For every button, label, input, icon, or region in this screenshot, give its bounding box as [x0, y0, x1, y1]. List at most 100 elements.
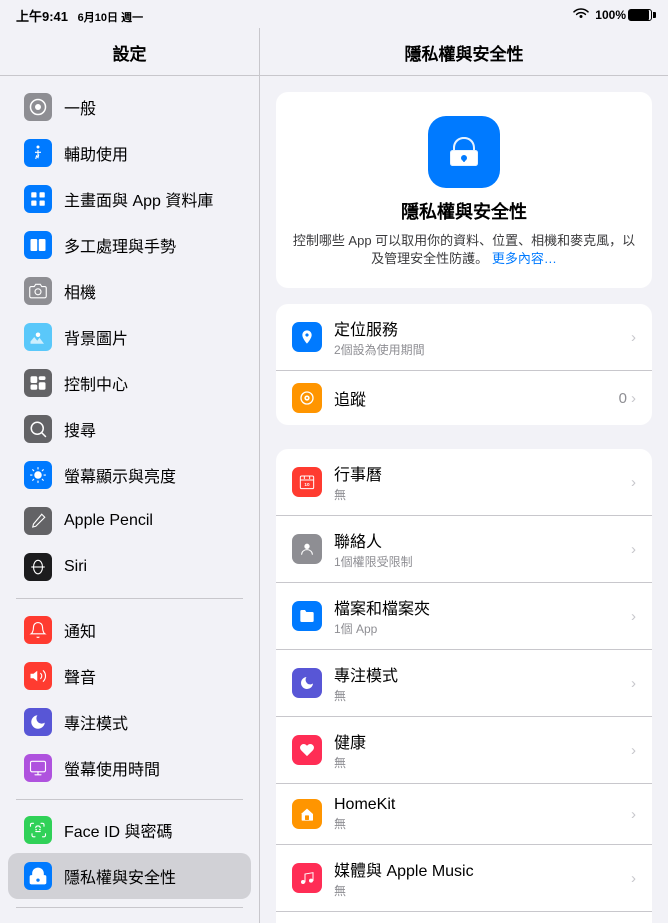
settings-row-health[interactable]: 健康無 › — [276, 717, 652, 784]
row-title-calendar: 行事曆 — [334, 461, 619, 485]
sidebar-item-camera[interactable]: 相機 — [8, 268, 251, 314]
general-icon — [24, 93, 52, 121]
sidebar-item-sounds[interactable]: 聲音 — [8, 653, 251, 699]
sidebar-divider — [16, 907, 243, 908]
row-right-tracking: 0› — [619, 390, 636, 407]
settings-row-tracking[interactable]: 追蹤 0› — [276, 371, 652, 425]
sidebar-item-multitask[interactable]: 多工處理與手勢 — [8, 222, 251, 268]
row-right-calendar: › — [631, 474, 636, 491]
settings-row-contacts[interactable]: 聯絡人1個權限受限制 › — [276, 516, 652, 583]
row-subtitle-location: 2個設為使用期間 — [334, 341, 619, 358]
row-content-contacts: 聯絡人1個權限受限制 — [334, 528, 619, 570]
sidebar-item-faceid[interactable]: Face ID 與密碼 — [8, 807, 251, 853]
row-badge-tracking: 0 — [619, 390, 627, 407]
sidebar-item-label-faceid: Face ID 與密碼 — [64, 818, 235, 842]
row-title-files: 檔案和檔案夾 — [334, 595, 619, 619]
focusmode-row-icon — [292, 668, 322, 698]
data-group: 10行事曆無›聯絡人1個權限受限制›檔案和檔案夾1個 App›專注模式無›健康無… — [276, 449, 652, 923]
focusmode-icon — [24, 708, 52, 736]
hero-desc: 控制哪些 App 可以取用你的資料、位置、相機和麥克風，以及管理安全性防護。 更… — [292, 232, 636, 268]
hero-more-link[interactable]: 更多內容… — [492, 251, 557, 266]
row-right-health: › — [631, 742, 636, 759]
status-right: 100% — [573, 8, 652, 23]
main-layout: 設定 一般輔助使用主畫面與 App 資料庫多工處理與手勢相機背景圖片控制中心搜尋… — [0, 28, 668, 923]
sidebar-item-privacy[interactable]: 隱私權與安全性 — [8, 853, 251, 899]
sidebar-item-label-privacy: 隱私權與安全性 — [64, 864, 235, 888]
row-title-tracking: 追蹤 — [334, 386, 607, 410]
faceid-icon — [24, 816, 52, 844]
row-subtitle-contacts: 1個權限受限制 — [334, 553, 619, 570]
controlcenter-icon — [24, 369, 52, 397]
search-icon — [24, 415, 52, 443]
camera-icon — [24, 277, 52, 305]
row-title-location: 定位服務 — [334, 316, 619, 340]
sidebar-item-screentime[interactable]: 螢幕使用時間 — [8, 745, 251, 791]
settings-row-passkeys[interactable]: 網路瀏覽器取用通行密鑰無› — [276, 912, 652, 923]
sidebar-item-label-notifications: 通知 — [64, 618, 235, 642]
sidebar-item-wallpaper[interactable]: 背景圖片 — [8, 314, 251, 360]
chevron-icon-focusmode: › — [631, 675, 636, 692]
accessibility-icon — [24, 139, 52, 167]
sidebar-item-controlcenter[interactable]: 控制中心 — [8, 360, 251, 406]
sidebar-item-notifications[interactable]: 通知 — [8, 607, 251, 653]
row-title-health: 健康 — [334, 729, 619, 753]
row-content-health: 健康無 — [334, 729, 619, 771]
settings-row-location[interactable]: 定位服務2個設為使用期間 › — [276, 304, 652, 371]
group-gap-0 — [260, 441, 668, 449]
row-content-location: 定位服務2個設為使用期間 — [334, 316, 619, 358]
row-content-tracking: 追蹤 — [334, 386, 607, 410]
battery-icon — [628, 9, 652, 21]
wallpaper-icon — [24, 323, 52, 351]
siri-icon — [24, 553, 52, 581]
svg-text:10: 10 — [304, 482, 310, 487]
sidebar-item-accessibility[interactable]: 輔助使用 — [8, 130, 251, 176]
tracking-row-icon — [292, 383, 322, 413]
privacy-hero-icon — [428, 116, 500, 188]
sidebar-item-appstore[interactable]: App Store — [8, 916, 251, 923]
settings-row-files[interactable]: 檔案和檔案夾1個 App› — [276, 583, 652, 650]
settings-row-calendar[interactable]: 10 行事曆無 › — [276, 449, 652, 516]
sidebar-item-homescreen[interactable]: 主畫面與 App 資料庫 — [8, 176, 251, 222]
sidebar-item-applepencil[interactable]: Apple Pencil — [8, 498, 251, 544]
row-content-calendar: 行事曆無 — [334, 461, 619, 503]
sidebar-item-label-homescreen: 主畫面與 App 資料庫 — [64, 187, 235, 211]
chevron-icon-contacts: › — [631, 541, 636, 558]
sidebar-divider — [16, 799, 243, 800]
row-title-contacts: 聯絡人 — [334, 528, 619, 552]
sidebar-item-label-multitask: 多工處理與手勢 — [64, 233, 235, 257]
notifications-icon — [24, 616, 52, 644]
sidebar-item-general[interactable]: 一般 — [8, 84, 251, 130]
applemusic-row-icon — [292, 863, 322, 893]
sidebar-item-label-display: 螢幕顯示與亮度 — [64, 463, 235, 487]
chevron-icon-calendar: › — [631, 474, 636, 491]
status-bar: 上午9:41 6月10日 週一 100% — [0, 0, 668, 28]
row-subtitle-applemusic: 無 — [334, 882, 619, 899]
chevron-icon-files: › — [631, 608, 636, 625]
row-title-focusmode: 專注模式 — [334, 662, 619, 686]
row-right-homekit: › — [631, 806, 636, 823]
sidebar-item-label-wallpaper: 背景圖片 — [64, 325, 235, 349]
right-panel: 隱私權與安全性 隱私權與安全性 控制哪些 App 可以取用你的資料、位置、相機和… — [260, 28, 668, 923]
sidebar-item-siri[interactable]: Siri — [8, 544, 251, 590]
contacts-row-icon — [292, 534, 322, 564]
chevron-icon-homekit: › — [631, 806, 636, 823]
settings-row-focusmode[interactable]: 專注模式無 › — [276, 650, 652, 717]
sidebar-item-label-controlcenter: 控制中心 — [64, 371, 235, 395]
battery-container: 100% — [595, 8, 652, 22]
row-right-applemusic: › — [631, 870, 636, 887]
row-subtitle-focusmode: 無 — [334, 687, 619, 704]
row-right-focusmode: › — [631, 675, 636, 692]
hero-title: 隱私權與安全性 — [401, 198, 527, 224]
sidebar-item-focusmode[interactable]: 專注模式 — [8, 699, 251, 745]
row-right-location: › — [631, 329, 636, 346]
sidebar-item-search[interactable]: 搜尋 — [8, 406, 251, 452]
sidebar-item-display[interactable]: 螢幕顯示與亮度 — [8, 452, 251, 498]
settings-row-applemusic[interactable]: 媒體與 Apple Music無 › — [276, 845, 652, 912]
applepencil-icon — [24, 507, 52, 535]
sidebar-item-label-focusmode: 專注模式 — [64, 710, 235, 734]
multitask-icon — [24, 231, 52, 259]
row-content-applemusic: 媒體與 Apple Music無 — [334, 857, 619, 899]
status-time: 上午9:41 6月10日 週一 — [16, 6, 143, 25]
sidebar-item-label-camera: 相機 — [64, 279, 235, 303]
settings-row-homekit[interactable]: HomeKit無› — [276, 784, 652, 845]
